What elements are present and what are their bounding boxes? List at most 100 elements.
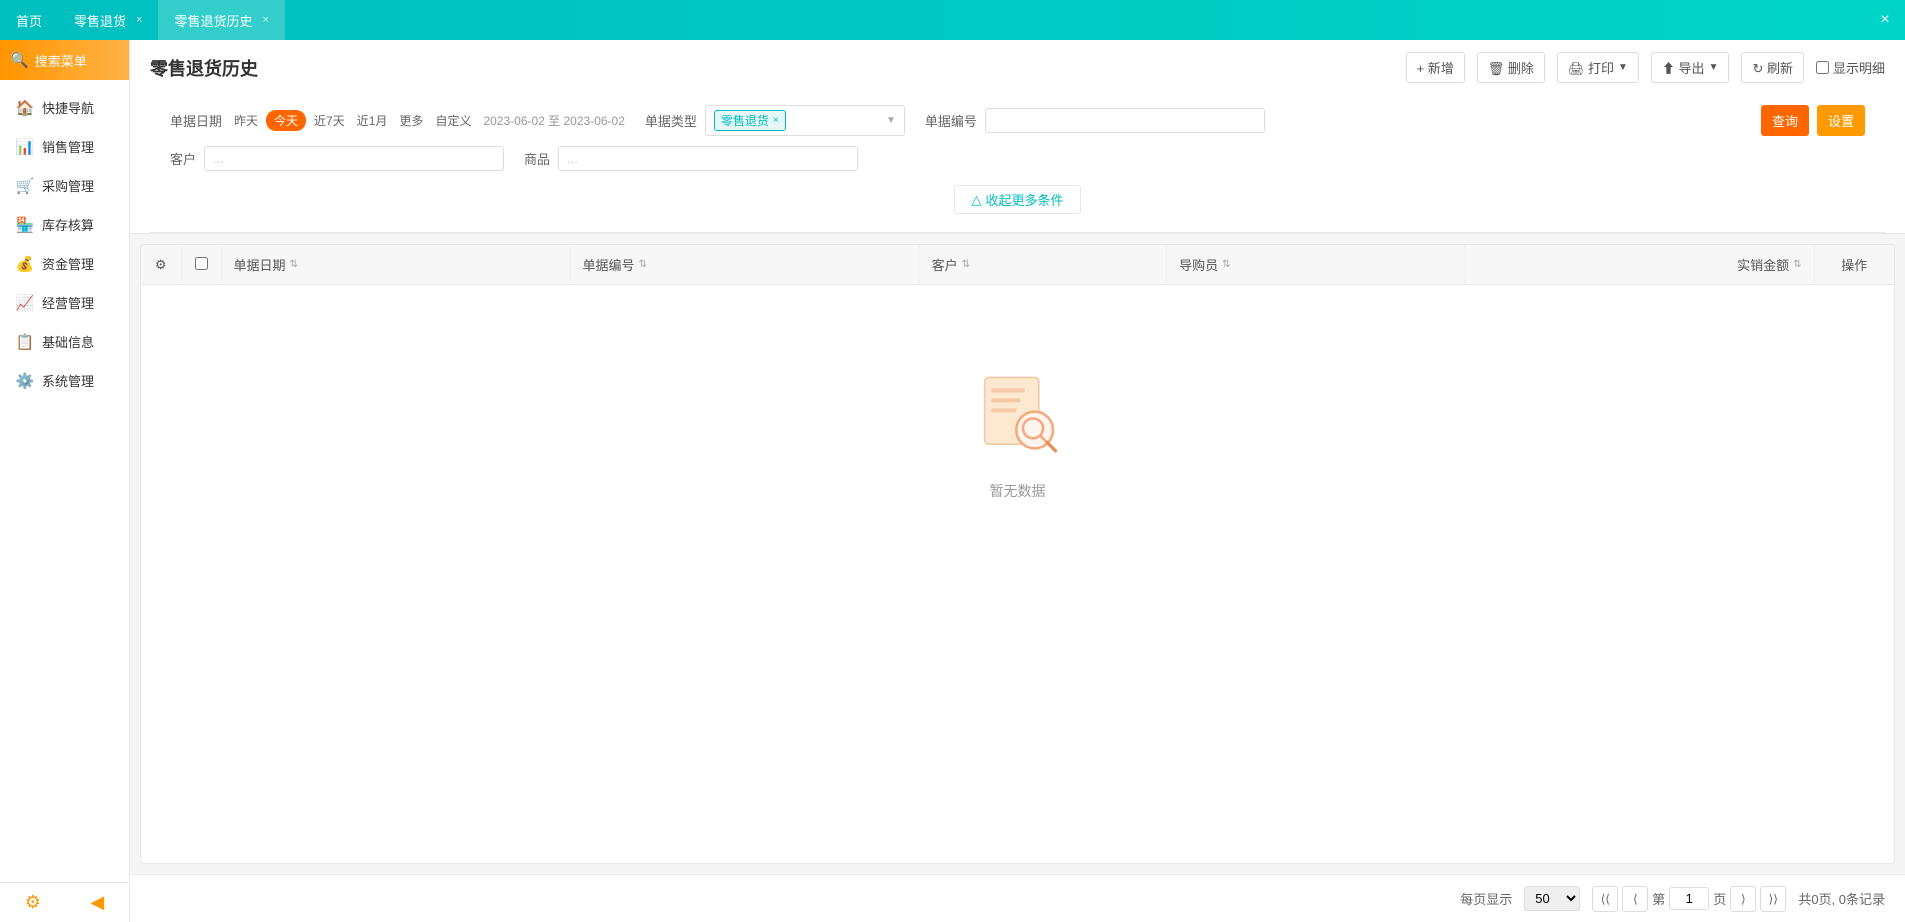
customer-sort-icon: ⇅ xyxy=(962,259,970,270)
filter-area: 单据日期 昨天 今天 近7天 近1月 更多 自定义 2023-06-02 至 2… xyxy=(150,95,1885,233)
window-close-button[interactable]: × xyxy=(1865,0,1905,40)
sidebar-item-inventory-label: 库存核算 xyxy=(42,215,94,234)
page-title: 零售退货历史 xyxy=(150,55,258,81)
display-toggle[interactable]: 显示明细 xyxy=(1816,58,1885,77)
search-icon: 🔍 xyxy=(10,51,29,69)
query-button[interactable]: 查询 xyxy=(1761,105,1809,136)
date-sort-icon: ⇅ xyxy=(290,259,298,270)
print-button[interactable]: 🖨 打印 ▼ xyxy=(1557,52,1639,83)
sidebar-item-system[interactable]: ⚙️ 系统管理 xyxy=(0,361,129,400)
pagination-bar: 每页显示 10 20 50 100 ⟨⟨ ⟨ 第 页 ⟩ ⟩⟩ 共0页, 0条记… xyxy=(130,874,1905,922)
page-label-pre: 第 xyxy=(1652,889,1665,908)
sidebar-item-purchase[interactable]: 🛒 采购管理 xyxy=(0,166,129,205)
type-tag: 零售退货 × xyxy=(714,110,786,131)
number-filter-input[interactable] xyxy=(985,108,1265,133)
empty-text: 暂无数据 xyxy=(990,481,1046,501)
new-button-label: + 新增 xyxy=(1417,58,1454,77)
page-last-button[interactable]: ⟩⟩ xyxy=(1760,886,1786,912)
sidebar-item-quick-nav[interactable]: 🏠 快捷导航 xyxy=(0,88,129,127)
tab-retail-return-history-close[interactable]: × xyxy=(262,14,268,26)
tab-list: 首页 零售退货 × 零售退货历史 × xyxy=(0,0,1865,40)
print-chevron-icon: ▼ xyxy=(1618,62,1628,73)
sidebar-item-quick-nav-label: 快捷导航 xyxy=(42,98,94,117)
page-size-select[interactable]: 10 20 50 100 xyxy=(1524,886,1580,911)
display-toggle-checkbox[interactable] xyxy=(1816,61,1829,74)
sidebar-item-operations[interactable]: 📈 经营管理 xyxy=(0,283,129,322)
customer-filter-input[interactable] xyxy=(204,146,504,171)
tab-home-label: 首页 xyxy=(16,11,42,30)
sidebar-item-system-label: 系统管理 xyxy=(42,371,94,390)
page-header: 零售退货历史 + 新增 🗑 删除 🖨 打印 ▼ ⬆ 导出 ▼ xyxy=(130,40,1905,234)
system-icon: ⚙️ xyxy=(16,372,34,390)
settings-button[interactable]: 设置 xyxy=(1817,105,1865,136)
th-gear[interactable]: ⚙ xyxy=(141,245,181,285)
date-shortcut-1month[interactable]: 近1月 xyxy=(353,110,392,131)
th-amount[interactable]: 实销金额 ⇅ xyxy=(1465,245,1814,285)
collapse-filter-button[interactable]: △ 收起更多条件 xyxy=(954,185,1080,214)
page-nav: ⟨⟨ ⟨ 第 页 ⟩ ⟩⟩ xyxy=(1592,886,1786,912)
page-next-button[interactable]: ⟩ xyxy=(1730,886,1756,912)
th-amount-label: 实销金额 xyxy=(1737,255,1789,274)
th-guide[interactable]: 导购员 ⇅ xyxy=(1167,245,1465,285)
sidebar-search-button[interactable]: 🔍 搜索菜单 xyxy=(0,40,129,80)
page-number-input[interactable] xyxy=(1669,887,1709,910)
th-guide-label: 导购员 xyxy=(1179,255,1218,274)
sidebar-item-basic-info[interactable]: 📋 基础信息 xyxy=(0,322,129,361)
filter-row-2: 客户 商品 xyxy=(170,146,1865,171)
th-checkbox[interactable] xyxy=(181,245,221,285)
new-button[interactable]: + 新增 xyxy=(1406,52,1465,83)
page-prev-button[interactable]: ⟨ xyxy=(1622,886,1648,912)
date-filter-label: 单据日期 xyxy=(170,111,222,130)
filter-group-number: 单据编号 xyxy=(925,108,1265,133)
finance-icon: 💰 xyxy=(16,255,34,273)
th-actions: 操作 xyxy=(1814,245,1894,285)
sidebar-item-finance-label: 资金管理 xyxy=(42,254,94,273)
display-toggle-label: 显示明细 xyxy=(1833,58,1885,77)
sidebar-item-inventory[interactable]: 🏪 库存核算 xyxy=(0,205,129,244)
refresh-button-label: ↻ 刷新 xyxy=(1752,58,1793,77)
date-shortcut-more[interactable]: 更多 xyxy=(395,110,427,131)
collapse-sidebar-icon[interactable]: ◀ xyxy=(90,892,104,913)
sidebar-item-sales[interactable]: 📊 销售管理 xyxy=(0,127,129,166)
delete-button[interactable]: 🗑 删除 xyxy=(1477,52,1545,83)
date-shortcut-7days[interactable]: 近7天 xyxy=(310,110,349,131)
type-filter-select[interactable]: 零售退货 × ▼ xyxy=(705,105,905,136)
type-tag-close[interactable]: × xyxy=(773,115,779,126)
th-date-label: 单据日期 xyxy=(234,255,286,274)
sidebar: 🔍 搜索菜单 🏠 快捷导航 📊 销售管理 🛒 采购管理 🏪 库存核算 💰 xyxy=(0,40,130,922)
th-date[interactable]: 单据日期 ⇅ xyxy=(221,245,570,285)
export-chevron-icon: ▼ xyxy=(1709,62,1719,73)
filter-row-1: 单据日期 昨天 今天 近7天 近1月 更多 自定义 2023-06-02 至 2… xyxy=(170,105,1865,136)
date-range-display: 2023-06-02 至 2023-06-02 xyxy=(483,112,624,129)
date-shortcut-today[interactable]: 今天 xyxy=(266,110,306,131)
tab-retail-return-history[interactable]: 零售退货历史 × xyxy=(158,0,284,40)
tab-retail-return[interactable]: 零售退货 × xyxy=(58,0,158,40)
export-button-label: ⬆ 导出 xyxy=(1662,58,1705,77)
inventory-icon: 🏪 xyxy=(16,216,34,234)
sidebar-item-finance[interactable]: 💰 资金管理 xyxy=(0,244,129,283)
type-filter-label: 单据类型 xyxy=(645,111,697,130)
sidebar-item-sales-label: 销售管理 xyxy=(42,137,94,156)
page-first-button[interactable]: ⟨⟨ xyxy=(1592,886,1618,912)
basic-info-icon: 📋 xyxy=(16,333,34,351)
purchase-icon: 🛒 xyxy=(16,177,34,195)
data-table: ⚙ 单据日期 ⇅ 单据编号 xyxy=(141,245,1894,581)
export-button[interactable]: ⬆ 导出 ▼ xyxy=(1651,52,1730,83)
goods-filter-label: 商品 xyxy=(524,149,550,168)
th-number[interactable]: 单据编号 ⇅ xyxy=(570,245,919,285)
select-all-checkbox[interactable] xyxy=(195,257,208,270)
delete-button-label: 🗑 删除 xyxy=(1488,58,1534,77)
empty-state: 暂无数据 xyxy=(141,285,1894,581)
collapse-icon: △ xyxy=(971,192,981,208)
type-select-chevron-icon: ▼ xyxy=(886,115,896,126)
settings-bottom-icon[interactable]: ⚙ xyxy=(25,892,41,913)
goods-filter-input[interactable] xyxy=(558,146,858,171)
date-shortcut-yesterday[interactable]: 昨天 xyxy=(230,110,262,131)
date-shortcut-custom[interactable]: 自定义 xyxy=(431,110,475,131)
tab-home[interactable]: 首页 xyxy=(0,0,58,40)
refresh-button[interactable]: ↻ 刷新 xyxy=(1741,52,1804,83)
th-customer[interactable]: 客户 ⇅ xyxy=(919,245,1167,285)
sidebar-nav: 🏠 快捷导航 📊 销售管理 🛒 采购管理 🏪 库存核算 💰 资金管理 📈 xyxy=(0,80,129,882)
tab-retail-return-close[interactable]: × xyxy=(136,14,142,26)
filter-group-date: 单据日期 昨天 今天 近7天 近1月 更多 自定义 2023-06-02 至 2… xyxy=(170,110,625,131)
